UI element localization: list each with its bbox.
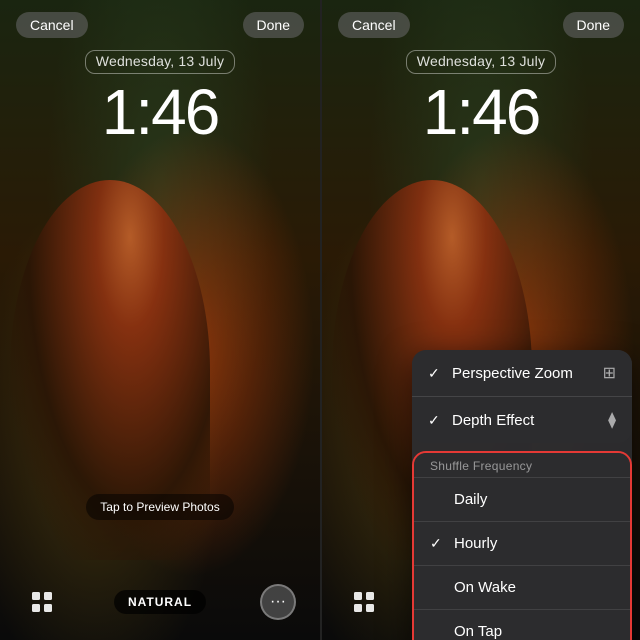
cancel-button[interactable]: Cancel — [16, 12, 88, 38]
right-date-time-area: Wednesday, 13 July 1:46 — [322, 50, 640, 144]
bottom-bar: NATURAL ··· — [0, 572, 320, 640]
perspective-zoom-check: ✓ — [428, 365, 444, 382]
depth-effect-item[interactable]: ✓ Depth Effect ⧫ — [412, 397, 632, 443]
right-time-label: 1:46 — [322, 80, 640, 144]
on-tap-check — [430, 624, 446, 640]
on-wake-label: On Wake — [454, 579, 516, 596]
daily-check — [430, 492, 446, 508]
date-time-area: Wednesday, 13 July 1:46 — [0, 50, 320, 144]
right-top-bar: Cancel Done — [322, 0, 640, 50]
perspective-zoom-item[interactable]: ✓ Perspective Zoom ⊞ — [412, 350, 632, 397]
left-phone-panel: Cancel Done Wednesday, 13 July 1:46 Tap … — [0, 0, 320, 640]
context-menu: ✓ Perspective Zoom ⊞ ✓ Depth Effect ⧫ Sh… — [412, 350, 632, 640]
right-done-button[interactable]: Done — [563, 12, 624, 38]
perspective-icon: ⊞ — [603, 363, 616, 383]
hourly-check: ✓ — [430, 535, 446, 552]
on-tap-label: On Tap — [454, 623, 502, 640]
hourly-label: Hourly — [454, 535, 497, 552]
perspective-zoom-label: Perspective Zoom — [452, 365, 573, 382]
right-date-pill: Wednesday, 13 July — [406, 50, 556, 74]
hourly-item[interactable]: ✓ Hourly — [414, 521, 630, 565]
right-date-label: Wednesday, 13 July — [417, 53, 545, 69]
depth-effect-label: Depth Effect — [452, 412, 534, 429]
top-bar: Cancel Done — [0, 0, 320, 50]
grid-icon[interactable] — [24, 584, 60, 620]
tap-preview-area: Tap to Preview Photos — [0, 494, 320, 520]
depth-effect-check: ✓ — [428, 412, 444, 429]
tap-preview-text: Tap to Preview Photos — [86, 494, 233, 520]
done-button[interactable]: Done — [243, 12, 304, 38]
upper-menu: ✓ Perspective Zoom ⊞ ✓ Depth Effect ⧫ — [412, 350, 632, 443]
date-label: Wednesday, 13 July — [96, 53, 224, 69]
right-grid-icon[interactable] — [346, 584, 382, 620]
shuffle-section: Shuffle Frequency Daily ✓ Hourly On Wake… — [412, 451, 632, 640]
daily-label: Daily — [454, 491, 487, 508]
on-wake-check — [430, 580, 446, 596]
more-button[interactable]: ··· — [260, 584, 296, 620]
right-phone-panel: Cancel Done Wednesday, 13 July 1:46 ✓ Pe… — [322, 0, 640, 640]
time-label: 1:46 — [0, 80, 320, 144]
natural-badge: NATURAL — [114, 590, 206, 614]
right-cancel-button[interactable]: Cancel — [338, 12, 410, 38]
date-pill: Wednesday, 13 July — [85, 50, 235, 74]
shuffle-header: Shuffle Frequency — [414, 453, 630, 477]
daily-item[interactable]: Daily — [414, 477, 630, 521]
depth-icon: ⧫ — [608, 410, 616, 430]
on-tap-item[interactable]: On Tap — [414, 609, 630, 640]
on-wake-item[interactable]: On Wake — [414, 565, 630, 609]
